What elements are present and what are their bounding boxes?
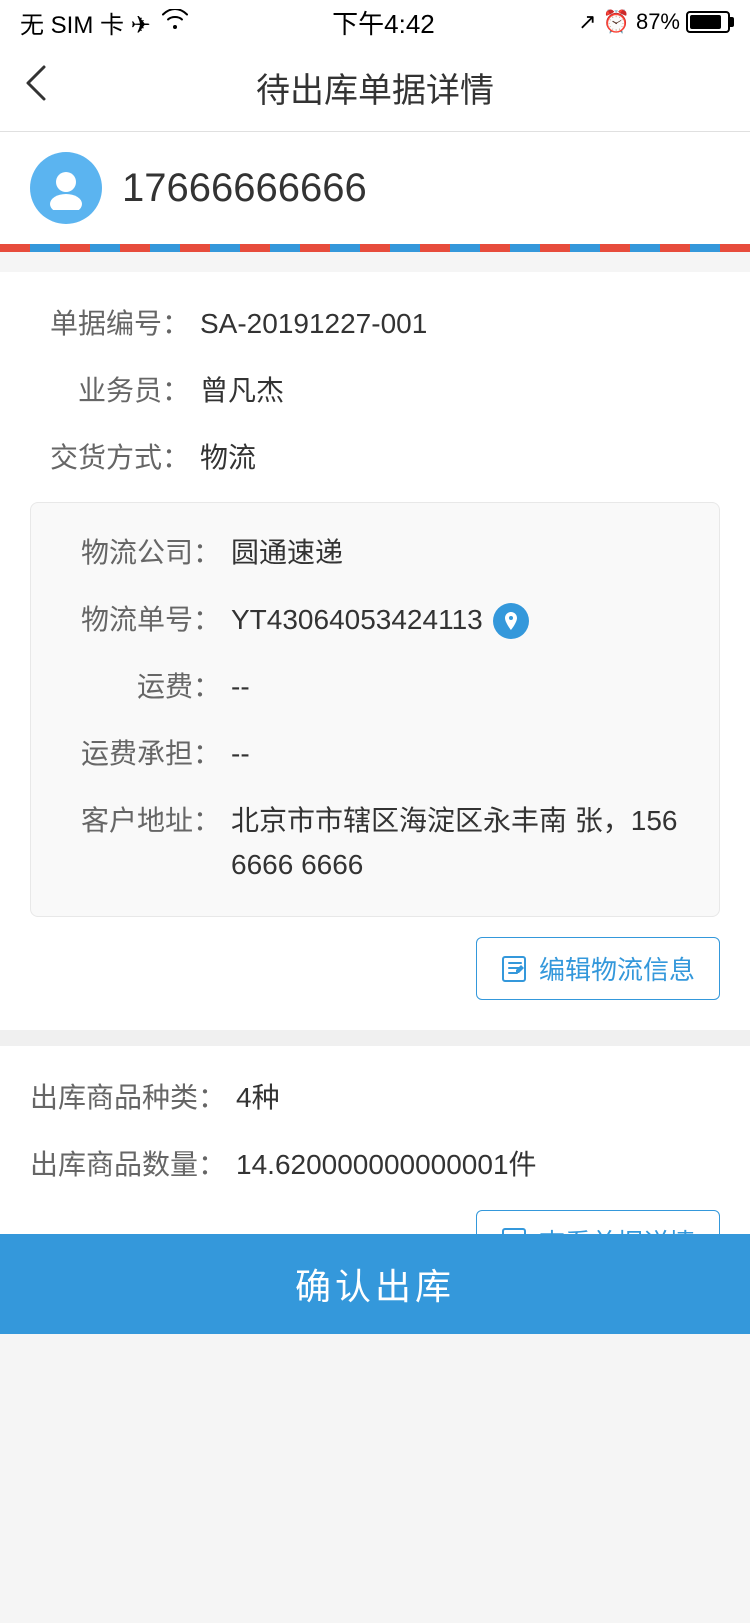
tracking-number-row: 物流单号： YT43064053424113 bbox=[61, 598, 689, 643]
avatar bbox=[30, 152, 102, 224]
goods-types-label: 出库商品种类： bbox=[30, 1076, 226, 1121]
dashed-divider bbox=[0, 244, 750, 252]
gray-separator bbox=[0, 1030, 750, 1046]
confirm-button[interactable]: 确认出库 bbox=[0, 1234, 750, 1334]
freight-value: -- bbox=[221, 665, 689, 710]
goods-quantity-label: 出库商品数量： bbox=[30, 1143, 226, 1188]
tracking-location-icon[interactable] bbox=[493, 603, 529, 639]
delivery-method-value: 物流 bbox=[190, 436, 720, 481]
goods-quantity-row: 出库商品数量： 14.620000000000001件 bbox=[30, 1143, 720, 1188]
salesperson-row: 业务员： 曾凡杰 bbox=[30, 369, 720, 414]
freight-bearer-row: 运费承担： -- bbox=[61, 732, 689, 777]
alarm-icon: ⏰ bbox=[603, 9, 630, 35]
goods-types-value: 4种 bbox=[226, 1076, 720, 1121]
document-number-row: 单据编号： SA-20191227-001 bbox=[30, 302, 720, 347]
status-left: 无 SIM 卡 ✈ bbox=[20, 5, 189, 40]
wifi-icon bbox=[161, 8, 189, 36]
logistics-company-label: 物流公司： bbox=[61, 531, 221, 576]
salesperson-value: 曾凡杰 bbox=[190, 369, 720, 414]
document-number-value: SA-20191227-001 bbox=[190, 302, 720, 347]
delivery-method-label: 交货方式： bbox=[30, 436, 190, 481]
edit-logistics-button[interactable]: 编辑物流信息 bbox=[476, 937, 720, 1000]
delivery-method-row: 交货方式： 物流 bbox=[30, 436, 720, 481]
tracking-number-value: YT43064053424113 bbox=[221, 598, 689, 643]
goods-quantity-value: 14.620000000000001件 bbox=[226, 1143, 720, 1188]
back-button[interactable] bbox=[24, 63, 48, 112]
document-number-label: 单据编号： bbox=[30, 302, 190, 347]
status-time: 下午4:42 bbox=[332, 4, 435, 41]
confirm-button-label: 确认出库 bbox=[295, 1258, 455, 1310]
user-header: 17666666666 bbox=[0, 132, 750, 244]
sim-text: 无 SIM 卡 ✈ bbox=[20, 5, 151, 40]
nav-bar: 待出库单据详情 bbox=[0, 44, 750, 132]
customer-address-row: 客户地址： 北京市市辖区海淀区永丰南 张，156 6666 6666 bbox=[61, 799, 689, 889]
logistics-company-row: 物流公司： 圆通速递 bbox=[61, 531, 689, 576]
customer-address-value: 北京市市辖区海淀区永丰南 张，156 6666 6666 bbox=[221, 799, 689, 889]
salesperson-label: 业务员： bbox=[30, 369, 190, 414]
user-phone: 17666666666 bbox=[122, 166, 367, 211]
location-arrow-icon: ↗ bbox=[578, 9, 596, 35]
edit-logistics-label: 编辑物流信息 bbox=[539, 950, 695, 987]
status-right: ↗ ⏰ 87% bbox=[578, 9, 730, 35]
logistics-card: 物流公司： 圆通速递 物流单号： YT43064053424113 运费： -- bbox=[30, 502, 720, 917]
order-info-section: 单据编号： SA-20191227-001 业务员： 曾凡杰 交货方式： 物流 … bbox=[0, 272, 750, 1030]
freight-bearer-label: 运费承担： bbox=[61, 732, 221, 777]
freight-bearer-value: -- bbox=[221, 732, 689, 777]
battery-icon bbox=[686, 11, 730, 33]
goods-types-row: 出库商品种类： 4种 bbox=[30, 1076, 720, 1121]
status-bar: 无 SIM 卡 ✈ 下午4:42 ↗ ⏰ 87% bbox=[0, 0, 750, 44]
freight-row: 运费： -- bbox=[61, 665, 689, 710]
battery-percent: 87% bbox=[636, 9, 680, 35]
page-title: 待出库单据详情 bbox=[256, 63, 494, 112]
customer-address-label: 客户地址： bbox=[61, 799, 221, 844]
logistics-company-value: 圆通速递 bbox=[221, 531, 689, 576]
edit-btn-row: 编辑物流信息 bbox=[30, 937, 720, 1000]
freight-label: 运费： bbox=[61, 665, 221, 710]
tracking-number-label: 物流单号： bbox=[61, 598, 221, 643]
content-spacer bbox=[0, 1303, 750, 1523]
